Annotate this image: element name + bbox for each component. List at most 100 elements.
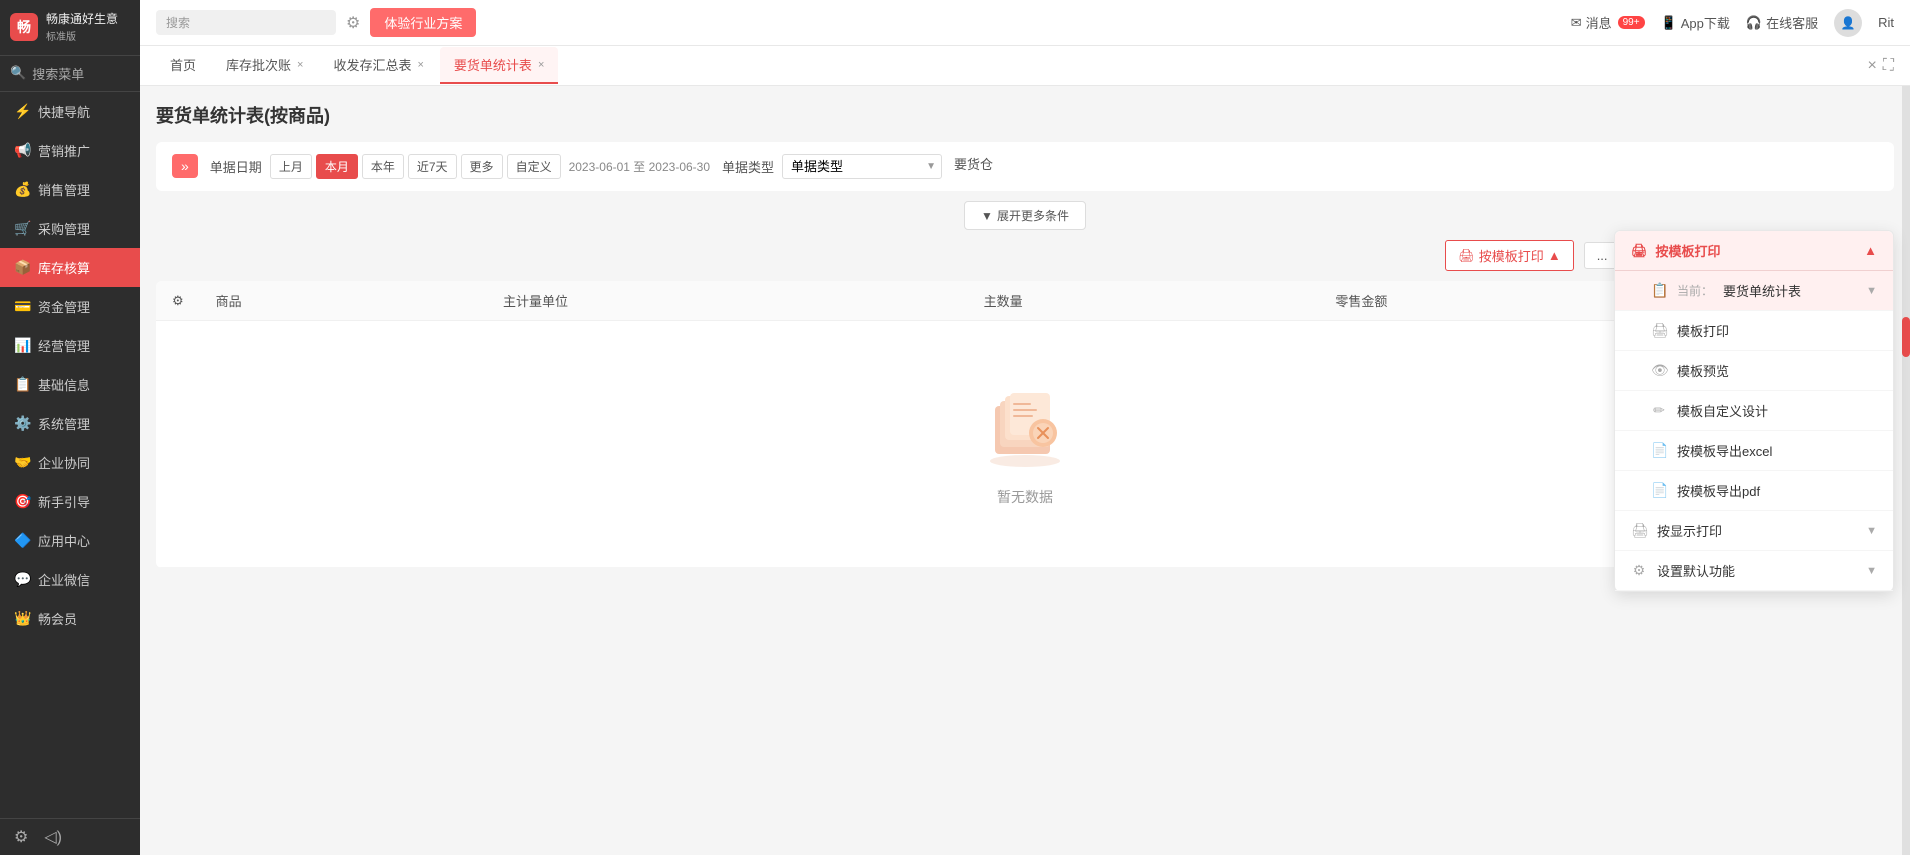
topbar-gear-icon[interactable]: ⚙ — [346, 13, 360, 33]
dropdown-item-template-excel[interactable]: 📄 按模板导出excel — [1615, 431, 1893, 471]
tab-batch-account-close[interactable]: × — [297, 59, 303, 71]
online-service-icon: 🎧 — [1746, 15, 1762, 31]
filter-toggle-button[interactable]: » — [172, 154, 198, 178]
dropdown-item-set-default-label: 设置默认功能 — [1657, 561, 1735, 580]
sidebar-item-quick-nav[interactable]: ⚡快捷导航 — [0, 92, 140, 131]
tab-batch-account-label: 库存批次账 — [226, 55, 291, 74]
printer-icon: 🖨 — [1458, 248, 1475, 264]
dropdown-item-template-pdf[interactable]: 📄 按模板导出pdf — [1615, 471, 1893, 511]
dropdown-item-template-print[interactable]: 🖨 模板打印 — [1615, 311, 1893, 351]
date-btn-year[interactable]: 本年 — [362, 154, 404, 179]
print-template-label: 按模板打印 — [1479, 246, 1544, 265]
sidebar-item-label-marketing: 营销推广 — [38, 141, 90, 160]
expand-down-icon: ▼ — [981, 209, 993, 223]
tab-order-summary[interactable]: 要货单统计表 × — [440, 47, 558, 84]
tab-home-label: 首页 — [170, 55, 196, 74]
page-content: 要货单统计表(按商品) » 单据日期 上月 本月 本年 近7天 更多 自定义 2… — [140, 86, 1910, 855]
dropdown-item-display-print[interactable]: 🖨 按显示打印 ▼ — [1615, 511, 1893, 551]
sidebar-item-label-system: 系统管理 — [38, 414, 90, 433]
sidebar-bottom: ⚙ ◁) — [0, 818, 140, 855]
tab-receipt-summary-close[interactable]: × — [417, 59, 423, 71]
dropdown-display-print-left: 🖨 按显示打印 — [1631, 521, 1722, 540]
sidebar-item-icon-apps: 🔷 — [14, 532, 30, 549]
sidebar-search[interactable]: 🔍 搜索菜单 — [0, 56, 140, 92]
print-dropdown-arrow: ▲ — [1548, 248, 1561, 263]
tabs-maximize-icon[interactable]: ⛶ — [1883, 57, 1894, 75]
sidebar-item-guide[interactable]: 🎯 新手引导 — [0, 482, 140, 521]
date-btn-7days[interactable]: 近7天 — [408, 154, 457, 179]
trial-button[interactable]: 体验行业方案 — [370, 8, 476, 37]
user-avatar[interactable]: 👤 — [1834, 9, 1862, 37]
dropdown-item-template-design[interactable]: ✏ 模板自定义设计 — [1615, 391, 1893, 431]
dropdown-current-icon: 📋 — [1651, 282, 1667, 299]
dropdown-item-set-default[interactable]: ⚙ 设置默认功能 ▼ — [1615, 551, 1893, 591]
sidebar-item-operation[interactable]: 📊经营管理 — [0, 326, 140, 365]
empty-text: 暂无数据 — [997, 487, 1053, 507]
right-scrollbar[interactable] — [1902, 86, 1910, 855]
sidebar-item-icon-guide: 🎯 — [14, 493, 30, 510]
col-settings-icon[interactable]: ⚙ — [172, 293, 184, 308]
topbar-app-download[interactable]: 📱 App下载 — [1661, 13, 1730, 32]
sidebar-item-member[interactable]: 👑畅会员 — [0, 599, 140, 638]
dropdown-close-arrow[interactable]: ▲ — [1864, 243, 1877, 258]
topbar-left: 搜索 ⚙ 体验行业方案 — [156, 8, 476, 37]
sidebar-settings-icon[interactable]: ⚙ — [14, 827, 28, 847]
tab-receipt-summary[interactable]: 收发存汇总表 × — [319, 47, 437, 84]
sidebar-item-label-corp: 企业协同 — [38, 453, 90, 472]
col-quantity-header: 主数量 — [968, 281, 1320, 321]
print-dropdown-menu: 🖨 按模板打印 ▲ 📋 当前： 要货单统计表 ▼ 🖨 模板打印 👁 模板预览 — [1614, 230, 1894, 592]
warehouse-label: 要货仓 — [954, 154, 993, 173]
tab-batch-account[interactable]: 库存批次账 × — [212, 47, 317, 84]
dropdown-item-template-pdf-label: 按模板导出pdf — [1677, 481, 1760, 500]
topbar-messages[interactable]: ✉ 消息 99+ — [1571, 13, 1645, 32]
tab-home[interactable]: 首页 — [156, 47, 210, 84]
search-icon: 🔍 — [10, 65, 26, 81]
doc-type-select[interactable]: 单据类型 — [782, 154, 942, 179]
dropdown-header-left: 🖨 按模板打印 — [1631, 241, 1721, 260]
sidebar-item-marketing[interactable]: 📢 营销推广 — [0, 131, 140, 170]
sidebar-item-wechat[interactable]: 💬企业微信 — [0, 560, 140, 599]
sidebar-sound-icon[interactable]: ◁) — [44, 827, 62, 847]
date-btn-prev[interactable]: 上月 — [270, 154, 312, 179]
sidebar-item-icon-purchase: 🛒 — [14, 220, 30, 237]
sidebar-item-label-sales: 销售管理 — [38, 180, 90, 199]
tabs-close-all-icon[interactable]: × — [1867, 57, 1876, 75]
dropdown-current-template[interactable]: 📋 当前： 要货单统计表 ▼ — [1615, 271, 1893, 311]
message-icon: ✉ — [1571, 15, 1582, 31]
date-btn-custom[interactable]: 自定义 — [507, 154, 561, 179]
template-excel-icon: 📄 — [1651, 442, 1667, 459]
sidebar-item-basic[interactable]: 📋基础信息 — [0, 365, 140, 404]
sidebar-item-inventory[interactable]: 📦库存核算 — [0, 248, 140, 287]
app-download-icon: 📱 — [1661, 15, 1677, 31]
topbar-right: ✉ 消息 99+ 📱 App下载 🎧 在线客服 👤 Rit — [1571, 9, 1894, 37]
dropdown-current-arrow: ▼ — [1866, 285, 1877, 297]
sidebar-item-label-basic: 基础信息 — [38, 375, 90, 394]
sidebar-item-sales[interactable]: 💰销售管理 — [0, 170, 140, 209]
warehouse-filter-group: 要货仓 — [954, 154, 993, 173]
sidebar-item-apps[interactable]: 🔷 应用中心 — [0, 521, 140, 560]
sidebar-item-icon-marketing: 📢 — [14, 142, 30, 159]
empty-icon — [975, 381, 1075, 471]
date-filter-group: 单据日期 上月 本月 本年 近7天 更多 自定义 2023-06-01 至 20… — [210, 154, 710, 179]
topbar-online-service[interactable]: 🎧 在线客服 — [1746, 13, 1818, 32]
dots-label: ... — [1597, 248, 1608, 263]
topbar: 搜索 ⚙ 体验行业方案 ✉ 消息 99+ 📱 App下载 🎧 在线客服 👤 Ri… — [140, 0, 1910, 46]
dropdown-item-display-print-label: 按显示打印 — [1657, 521, 1722, 540]
sidebar-item-finance[interactable]: 💳资金管理 — [0, 287, 140, 326]
sidebar-item-system[interactable]: ⚙️ 系统管理 — [0, 404, 140, 443]
date-btn-more[interactable]: 更多 — [461, 154, 503, 179]
sidebar-item-label-apps: 应用中心 — [38, 531, 90, 550]
sidebar-item-purchase[interactable]: 🛒采购管理 — [0, 209, 140, 248]
sidebar-item-icon-system: ⚙️ — [14, 415, 30, 432]
doc-type-filter-group: 单据类型 单据类型 ▼ — [722, 154, 942, 179]
expand-conditions-button[interactable]: ▼ 展开更多条件 — [964, 201, 1086, 230]
sidebar-item-icon-wechat: 💬 — [14, 571, 30, 588]
date-btn-curr[interactable]: 本月 — [316, 154, 358, 179]
print-template-button[interactable]: 🖨 按模板打印 ▲ — [1445, 240, 1573, 271]
topbar-search-bar[interactable]: 搜索 — [156, 10, 336, 35]
dropdown-item-template-preview[interactable]: 👁 模板预览 — [1615, 351, 1893, 391]
tab-order-summary-close[interactable]: × — [538, 59, 544, 71]
sidebar-item-corp[interactable]: 🤝企业协同 — [0, 443, 140, 482]
sidebar-search-label: 搜索菜单 — [32, 64, 84, 83]
sidebar-item-label-guide: 新手引导 — [38, 492, 90, 511]
